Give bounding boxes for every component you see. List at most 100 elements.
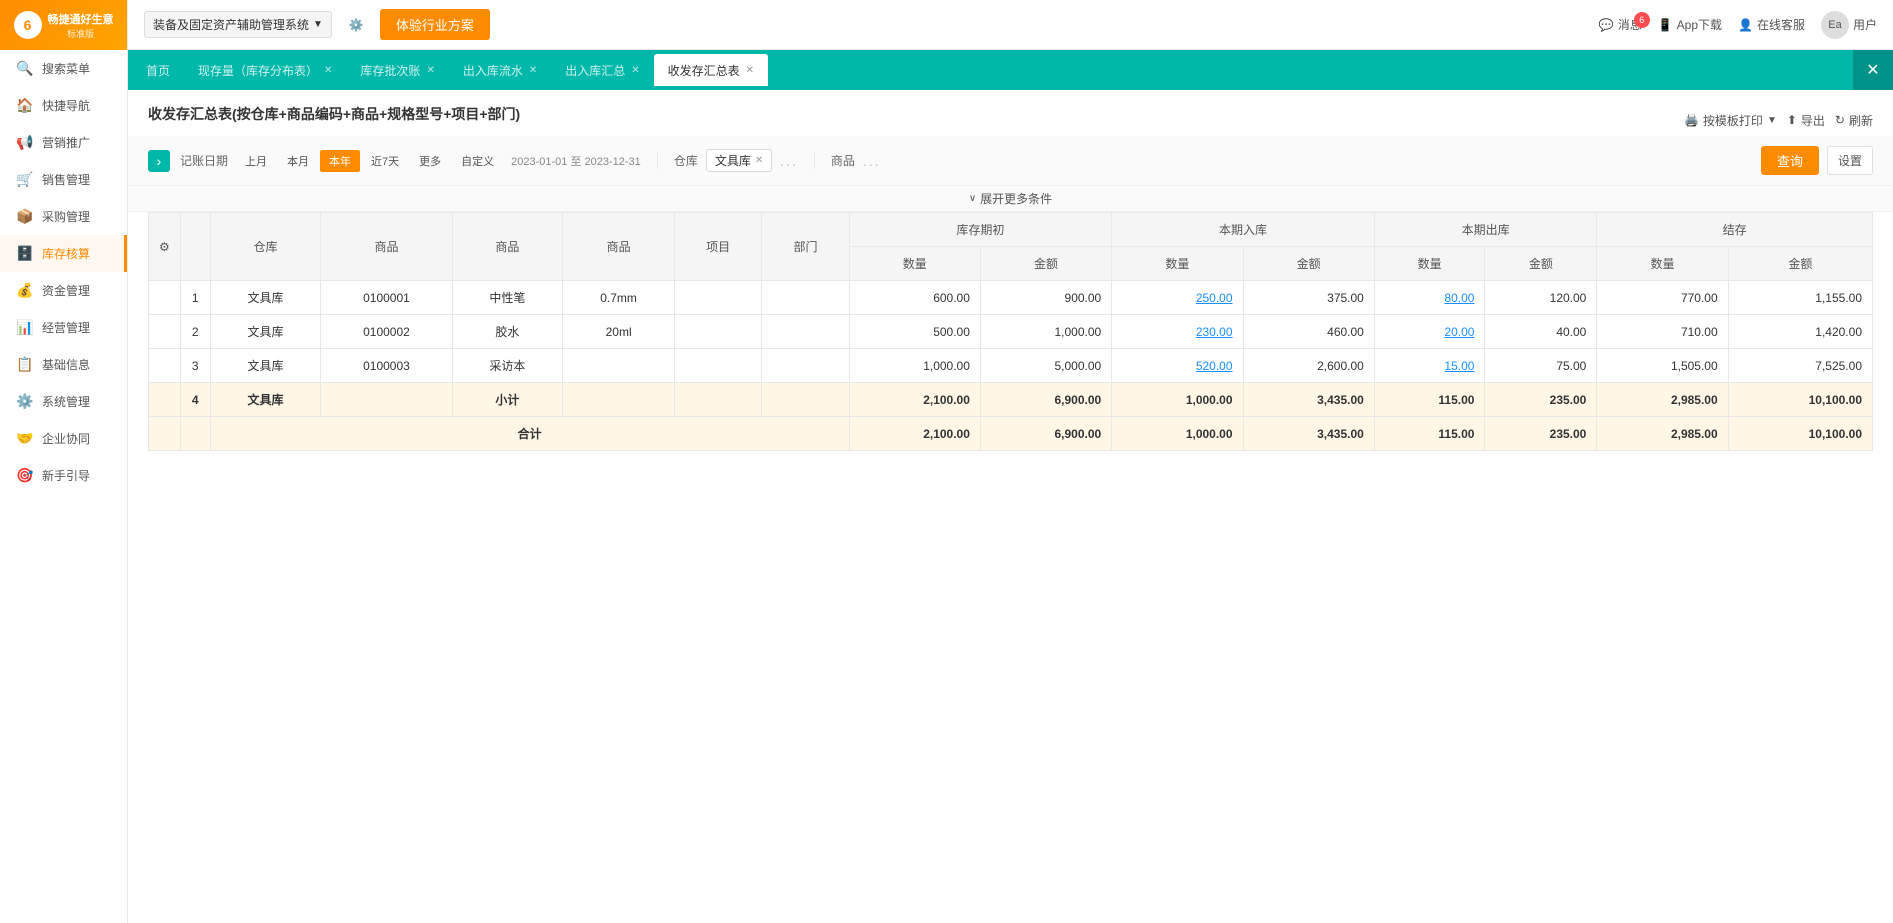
sidebar-label-enterprise: 企业协同: [42, 430, 90, 447]
row-dept-1: [762, 315, 849, 349]
th-balance-group: 结存: [1597, 213, 1873, 247]
system-select[interactable]: 装备及固定资产辅助管理系统 ▼: [144, 11, 332, 38]
tab-item-4[interactable]: 出入库汇总✕: [551, 54, 653, 86]
row-name-2: 采访本: [452, 349, 563, 383]
sidebar-item-inventory[interactable]: 🗄️ 库存核算: [0, 235, 127, 272]
sidebar-item-basic[interactable]: 📋 基础信息: [0, 346, 127, 383]
row-opening-qty-3: 2,100.00: [849, 383, 980, 417]
warehouse-tag-close-icon[interactable]: ✕: [755, 155, 763, 166]
sidebar-item-search[interactable]: 🔍搜索菜单: [0, 50, 127, 87]
table-row-1: 2 文具库 0100002 胶水 20ml 500.00 1,000.00 23…: [149, 315, 1873, 349]
table-row-3: 4 文具库 小计 2,100.00 6,900.00 1,000.00 3,43…: [149, 383, 1873, 417]
date-btn-本月[interactable]: 本月: [278, 150, 318, 172]
online-service-label: 在线客服: [1757, 16, 1805, 33]
sidebar-item-quick-nav[interactable]: 🏠 快捷导航: [0, 87, 127, 124]
close-all-tabs-button[interactable]: ✕: [1853, 50, 1893, 90]
sales-icon: 🛒: [16, 171, 34, 188]
row-out-qty-1[interactable]: 20.00: [1374, 315, 1485, 349]
basic-icon: 📋: [16, 356, 34, 373]
date-btn-更多[interactable]: 更多: [410, 150, 450, 172]
row-in-qty-0[interactable]: 250.00: [1112, 281, 1243, 315]
sidebar-item-sales[interactable]: 🛒销售管理: [0, 161, 127, 198]
date-btn-近7天[interactable]: 近7天: [362, 150, 408, 172]
inventory-table: ⚙ 仓库 商品 商品 商品 项目 部门 库存期初 本期入库 本期出库 结存: [148, 212, 1873, 451]
inventory-icon: 🗄️: [16, 245, 34, 262]
user-avatar: Ea: [1821, 11, 1849, 39]
filter-toggle-btn[interactable]: ›: [148, 150, 170, 172]
filter-divider-2: [814, 153, 815, 169]
operation-icon: 📊: [16, 319, 34, 336]
print-dropdown-icon: ▼: [1767, 115, 1777, 126]
tab-close-icon-1[interactable]: ✕: [324, 65, 332, 76]
tab-close-icon-4[interactable]: ✕: [631, 65, 639, 76]
sidebar-label-quick-nav: 快捷导航: [42, 97, 90, 114]
trial-button[interactable]: 体验行业方案: [380, 9, 490, 40]
table-container: ⚙ 仓库 商品 商品 商品 项目 部门 库存期初 本期入库 本期出库 结存: [128, 212, 1893, 451]
row-code-2: 0100003: [321, 349, 452, 383]
export-button[interactable]: ⬆ 导出: [1787, 112, 1825, 129]
logo-title: 畅捷通好生意: [48, 11, 114, 27]
goods-label: 商品: [831, 152, 855, 169]
search-icon: 🔍: [16, 60, 34, 77]
tab-item-1[interactable]: 现存量（库存分布表）✕: [184, 54, 346, 86]
goods-more-btn[interactable]: ...: [863, 153, 881, 169]
message-item[interactable]: 💬 消息 6: [1599, 16, 1642, 33]
row-in-qty-1[interactable]: 230.00: [1112, 315, 1243, 349]
sidebar-label-basic: 基础信息: [42, 356, 90, 373]
sidebar-item-finance[interactable]: 💰资金管理: [0, 272, 127, 309]
quick-nav-icon: 🏠: [16, 97, 34, 114]
page-title: 收发存汇总表(按仓库+商品编码+商品+规格型号+项目+部门): [148, 104, 520, 124]
row-name-1: 胶水: [452, 315, 563, 349]
warehouse-tag[interactable]: 文具库 ✕: [706, 149, 772, 172]
date-btn-上月[interactable]: 上月: [236, 150, 276, 172]
sidebar-item-marketing[interactable]: 📢营销推广: [0, 124, 127, 161]
dropdown-arrow-icon: ▼: [313, 19, 323, 30]
tab-close-icon-2[interactable]: ✕: [426, 65, 434, 76]
settings-btn[interactable]: 设置: [1827, 146, 1873, 175]
tab-item-2[interactable]: 库存批次账✕: [346, 54, 448, 86]
total-label: 合计: [210, 417, 849, 451]
expand-more-btn[interactable]: ∨ 展开更多条件: [969, 190, 1052, 207]
total-row: 合计 2,100.00 6,900.00 1,000.00 3,435.00 1…: [149, 417, 1873, 451]
tab-close-icon-3[interactable]: ✕: [529, 65, 537, 76]
tab-item-0[interactable]: 首页: [132, 54, 184, 86]
sidebar-label-inventory: 库存核算: [42, 245, 90, 262]
warehouse-more-btn[interactable]: ...: [780, 153, 798, 169]
date-label: 记账日期: [180, 152, 228, 169]
row-out-qty-0[interactable]: 80.00: [1374, 281, 1485, 315]
sidebar-item-enterprise[interactable]: 🤝企业协同: [0, 420, 127, 457]
query-button[interactable]: 查询: [1761, 146, 1819, 175]
app-download-item[interactable]: 📱 App下载: [1658, 16, 1722, 33]
date-btn-本年[interactable]: 本年: [320, 150, 360, 172]
service-icon: 👤: [1738, 18, 1753, 32]
row-warehouse-3: 文具库: [210, 383, 321, 417]
row-settings-1: [149, 315, 181, 349]
sidebar: 6 畅捷通好生意 标准版 🔍搜索菜单🏠快捷导航📢营销推广🛒销售管理📦采购管理🗄️…: [0, 0, 128, 923]
row-out-qty-2[interactable]: 15.00: [1374, 349, 1485, 383]
marketing-icon: 📢: [16, 134, 34, 151]
online-service-item[interactable]: 👤 在线客服: [1738, 16, 1805, 33]
row-balance-amt-2: 7,525.00: [1728, 349, 1872, 383]
print-button[interactable]: 🖨️ 按模板打印 ▼: [1684, 112, 1777, 129]
sidebar-item-guide[interactable]: 🎯新手引导: [0, 457, 127, 494]
tab-item-5[interactable]: 收发存汇总表✕: [654, 54, 768, 86]
refresh-button[interactable]: ↻ 刷新: [1835, 112, 1873, 129]
row-in-amt-1: 460.00: [1243, 315, 1374, 349]
settings-icon[interactable]: ⚙️: [342, 11, 370, 39]
total-in-amt: 3,435.00: [1243, 417, 1374, 451]
row-opening-amt-2: 5,000.00: [980, 349, 1111, 383]
date-btn-自定义[interactable]: 自定义: [452, 150, 503, 172]
expand-more-row: ∨ 展开更多条件: [128, 186, 1893, 212]
th-settings: ⚙: [149, 213, 181, 281]
tab-close-icon-5[interactable]: ✕: [746, 65, 754, 76]
th-index: [180, 213, 210, 281]
sidebar-item-operation[interactable]: 📊经营管理: [0, 309, 127, 346]
user-item[interactable]: Ea 用户: [1821, 11, 1877, 39]
sidebar-item-system[interactable]: ⚙️系统管理: [0, 383, 127, 420]
filter-area: › 记账日期 上月本月本年近7天更多自定义 2023-01-01 至 2023-…: [128, 136, 1893, 186]
sidebar-item-purchase[interactable]: 📦采购管理: [0, 198, 127, 235]
sidebar-label-guide: 新手引导: [42, 467, 90, 484]
row-opening-amt-0: 900.00: [980, 281, 1111, 315]
row-in-qty-2[interactable]: 520.00: [1112, 349, 1243, 383]
tab-item-3[interactable]: 出入库流水✕: [449, 54, 551, 86]
